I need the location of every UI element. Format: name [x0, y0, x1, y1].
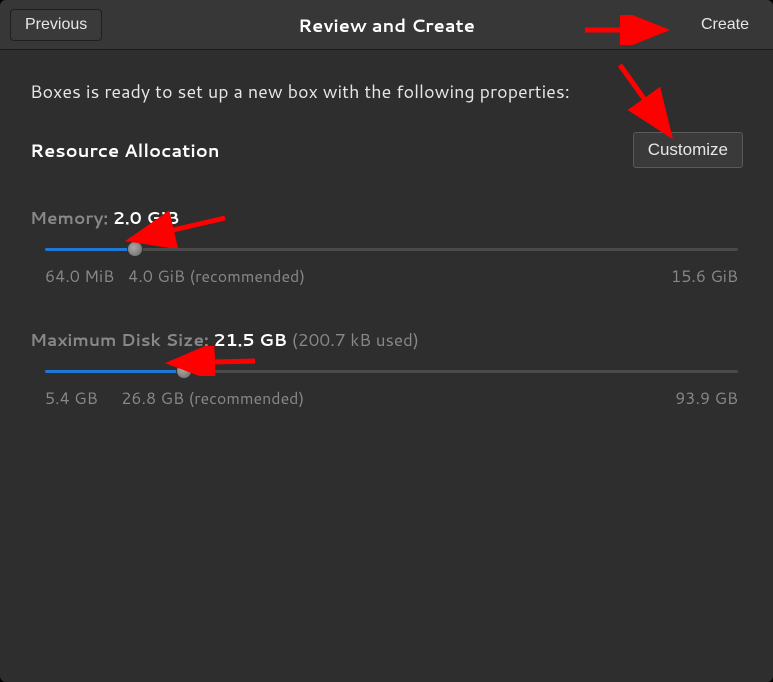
disk-used-hint: (200.7 kB used)	[292, 328, 419, 352]
memory-max-label: 15.6 GiB	[671, 265, 738, 288]
disk-block: Maximum Disk Size: 21.5 GB (200.7 kB use…	[30, 328, 743, 410]
memory-label: Memory:	[30, 206, 108, 230]
intro-text: Boxes is ready to set up a new box with …	[30, 78, 743, 104]
create-button[interactable]: Create	[687, 10, 763, 40]
memory-recommended-label: 4.0 GiB (recommended)	[128, 265, 305, 288]
disk-value: 21.5 GB	[213, 328, 287, 352]
page-title: Review and Create	[298, 12, 475, 38]
customize-button[interactable]: Customize	[633, 132, 743, 168]
disk-max-label: 93.9 GB	[675, 387, 738, 410]
memory-slider-thumb[interactable]	[127, 241, 143, 257]
memory-block: Memory: 2.0 GiB 64.0 MiB 4.0 GiB (recomm…	[30, 206, 743, 288]
disk-slider-thumb[interactable]	[176, 363, 192, 379]
disk-slider[interactable]: 5.4 GB 26.8 GB (recommended) 93.9 GB	[45, 370, 738, 410]
memory-value: 2.0 GiB	[113, 206, 179, 230]
disk-recommended-label: 26.8 GB (recommended)	[121, 387, 304, 410]
memory-slider[interactable]: 64.0 MiB 4.0 GiB (recommended) 15.6 GiB	[45, 248, 738, 288]
section-heading: Resource Allocation	[30, 137, 219, 163]
previous-button[interactable]: Previous	[10, 9, 102, 41]
disk-min-label: 5.4 GB	[45, 387, 98, 410]
memory-min-label: 64.0 MiB	[45, 265, 114, 288]
disk-label: Maximum Disk Size:	[30, 328, 209, 352]
